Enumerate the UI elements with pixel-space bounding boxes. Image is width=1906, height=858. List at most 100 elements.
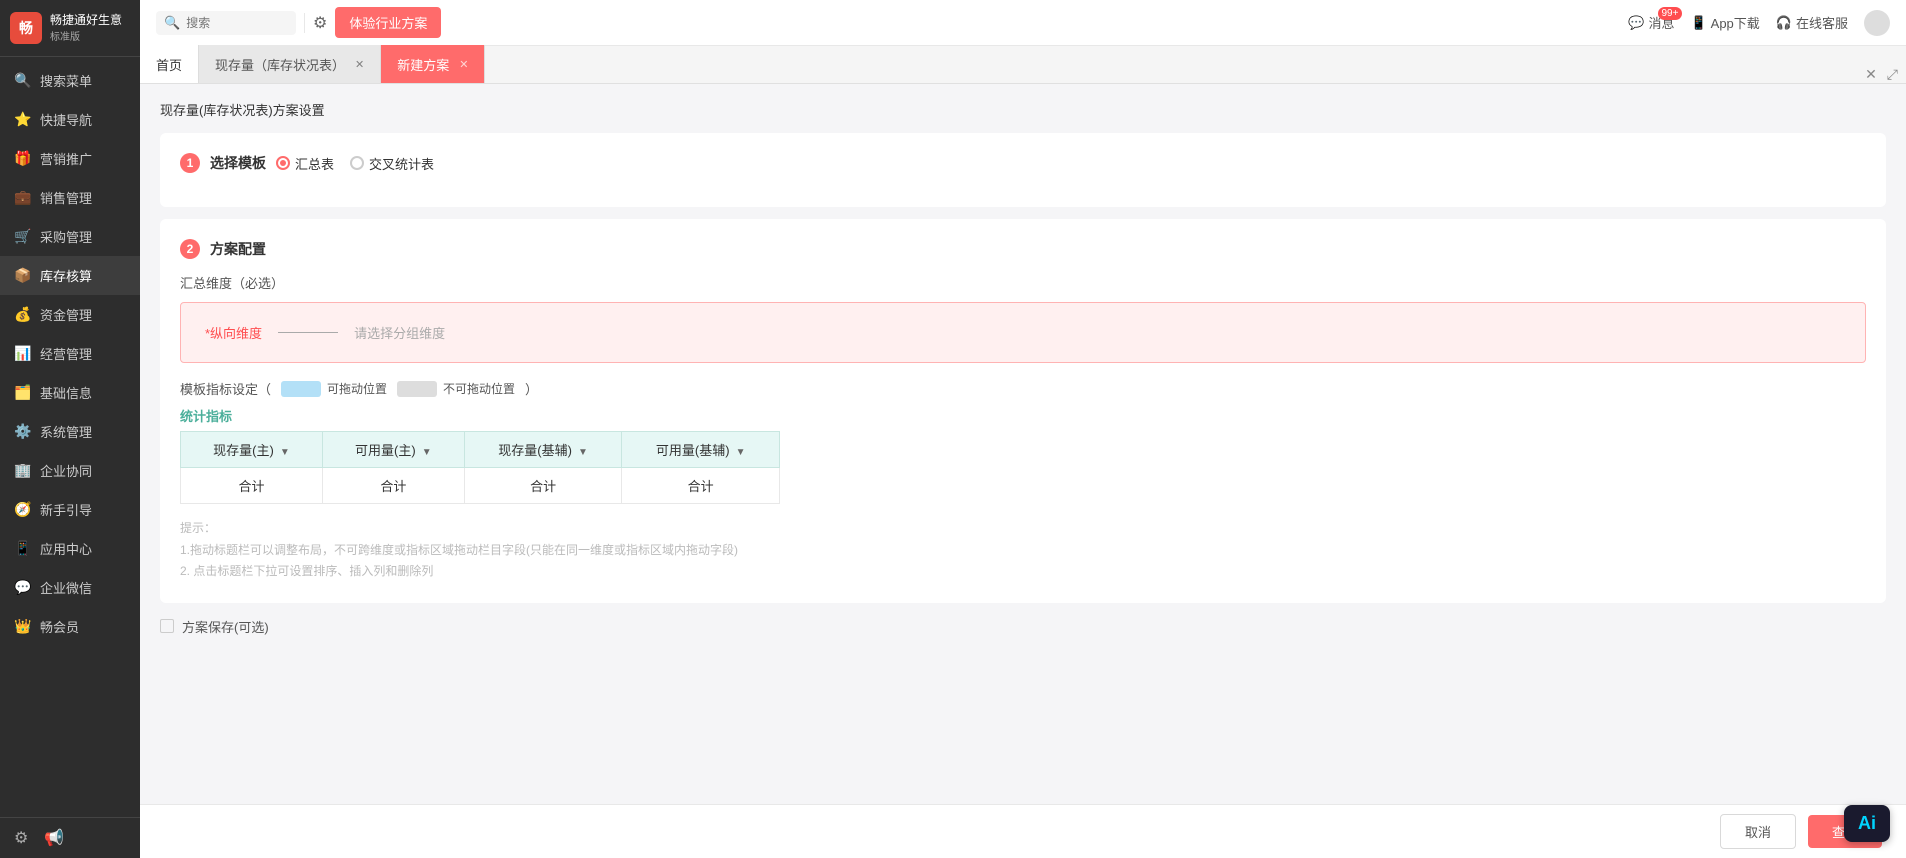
tab-inventory-status[interactable]: 现存量（库存状况表） ✕ [199,45,381,83]
stats-col-cell-2: 合计 [464,468,622,504]
tab-new-plan[interactable]: 新建方案 ✕ [381,45,485,83]
inventory-tab-close-icon[interactable]: ✕ [355,58,364,71]
radio-summary-dot [276,156,290,170]
sidebar-item-new-guide[interactable]: 🧭新手引导 [0,490,140,529]
sidebar-item-label-new-guide: 新手引导 [40,500,92,519]
service-label: 在线客服 [1796,13,1848,32]
radio-cross[interactable]: 交叉统计表 [350,154,434,173]
sidebar-item-app-center[interactable]: 📱应用中心 [0,529,140,568]
sidebar-item-icon-enterprise: 🏢 [14,462,32,480]
sidebar-item-label-sales: 销售管理 [40,188,92,207]
expand-icon[interactable]: ⤢ [1887,66,1898,83]
sidebar-item-inventory[interactable]: 📦库存核算 [0,256,140,295]
col-chevron-3[interactable]: ▼ [736,447,746,458]
sidebar-bottom: ⚙ 📢 [0,817,140,858]
new-plan-tab-close-icon[interactable]: ✕ [459,58,468,71]
col-chevron-1[interactable]: ▼ [422,447,432,458]
divider [304,13,305,33]
search-icon: 🔍 [164,15,180,31]
user-avatar-btn[interactable] [1864,10,1890,36]
message-btn[interactable]: 💬 消息 99+ [1628,13,1674,32]
sidebar-item-enterprise[interactable]: 🏢 企业协同 [0,451,140,490]
search-box[interactable]: 🔍 [156,11,296,35]
indicator-label-text: 模板指标设定（ [180,379,271,398]
content-area: 现存量(库存状况表)方案设置 1 选择模板 汇总表 交叉统计表 [140,84,1906,804]
tip-2: 2. 点击标题栏下拉可设置排序、插入列和删除列 [180,561,1866,583]
topbar: 🔍 ⚙ 体验行业方案 💬 消息 99+ 📱 App下载 🎧 在线客服 [140,0,1906,46]
radio-summary[interactable]: 汇总表 [276,154,334,173]
tab-home[interactable]: 首页 [140,45,199,83]
sidebar-item-marketing[interactable]: 🎁营销推广 [0,139,140,178]
app-download-btn[interactable]: 📱 App下载 [1690,13,1759,32]
stats-col-cell-0: 合计 [181,468,323,504]
cancel-button[interactable]: 取消 [1720,814,1796,849]
industry-btn[interactable]: 体验行业方案 [335,7,441,38]
app-logo: 畅 畅捷通好生意 标准版 [0,0,140,57]
sidebar-item-icon-wechat: 💬 [14,579,32,597]
stats-col-header-2[interactable]: 现存量(基辅)▼ [464,432,622,468]
sidebar-item-membership[interactable]: 👑 畅会员 [0,607,140,646]
step2-header: 2 方案配置 [180,239,1866,259]
sidebar-item-label-membership: 畅会员 [40,617,79,636]
sidebar-item-icon-membership: 👑 [14,618,32,636]
logo-text: 畅捷通好生意 [50,13,122,29]
tips-section: 提示： 1.拖动标题栏可以调整布局，不可跨维度或指标区域拖动栏目字段(只能在同一… [180,518,1866,583]
stats-col-header-3[interactable]: 可用量(基辅)▼ [622,432,780,468]
unmovable-label: 不可拖动位置 [443,380,515,397]
logo-icon: 畅 [10,12,42,44]
sidebar-item-label-search-menu: 搜索菜单 [40,71,92,90]
sidebar-item-purchase[interactable]: 🛒采购管理 [0,217,140,256]
sidebar-item-quick-nav[interactable]: ⭐快捷导航 [0,100,140,139]
save-checkbox[interactable] [160,619,174,633]
sidebar-item-sales[interactable]: 💼 销售管理 [0,178,140,217]
sidebar-item-label-app-center: 应用中心 [40,539,92,558]
sidebar-item-label-inventory: 库存核算 [40,266,92,285]
col-chevron-2[interactable]: ▼ [578,447,588,458]
radio-summary-label: 汇总表 [295,154,334,173]
sidebar-item-operations[interactable]: 📊经营管理 [0,334,140,373]
service-btn[interactable]: 🎧 在线客服 [1776,13,1848,32]
save-option[interactable]: 方案保存(可选) [160,617,1886,636]
sidebar-item-label-quick-nav: 快捷导航 [40,110,92,129]
dim-selector[interactable]: *纵向维度 请选择分组维度 [180,302,1866,363]
ai-badge[interactable]: Ai [1844,805,1890,842]
sidebar-item-label-enterprise: 企业协同 [40,461,92,480]
dim-divider [278,332,338,333]
message-badge: 99+ [1658,7,1683,20]
sidebar-item-system[interactable]: ⚙️系统管理 [0,412,140,451]
stats-table: 现存量(主)▼可用量(主)▼现存量(基辅)▼可用量(基辅)▼ 合计合计合计合计 [180,431,780,504]
speaker-icon[interactable]: 📢 [44,828,64,848]
sidebar-item-label-operations: 经营管理 [40,344,92,363]
sidebar-item-finance[interactable]: 💰资金管理 [0,295,140,334]
footer: 取消 查询 [140,804,1906,858]
radio-cross-dot [350,156,364,170]
settings-icon[interactable]: ⚙ [14,828,28,848]
tabbar: 首页 现存量（库存状况表） ✕ 新建方案 ✕ ✕ ⤢ [140,46,1906,84]
sidebar-item-label-basic-info: 基础信息 [40,383,92,402]
sidebar-item-label-wechat: 企业微信 [40,578,92,597]
tab-right-btns: ✕ ⤢ [1865,66,1906,83]
stats-col-cell-1: 合计 [322,468,464,504]
step1-num: 1 [180,153,200,173]
close-panel-icon[interactable]: ✕ [1865,66,1877,83]
stats-col-header-0[interactable]: 现存量(主)▼ [181,432,323,468]
sidebar-item-icon-system: ⚙️ [14,423,32,441]
movable-badge: 可拖动位置 [281,380,387,397]
sidebar-item-wechat[interactable]: 💬 企业微信 [0,568,140,607]
stats-col-header-1[interactable]: 可用量(主)▼ [322,432,464,468]
sidebar-item-icon-sales: 💼 [14,189,32,207]
sidebar-item-basic-info[interactable]: 🗂️基础信息 [0,373,140,412]
main-area: 🔍 ⚙ 体验行业方案 💬 消息 99+ 📱 App下载 🎧 在线客服 [140,0,1906,858]
sidebar-item-search-menu[interactable]: 🔍搜索菜单 [0,61,140,100]
stats-table-header-row: 现存量(主)▼可用量(主)▼现存量(基辅)▼可用量(基辅)▼ [181,432,780,468]
col-chevron-0[interactable]: ▼ [280,447,290,458]
topbar-left: 🔍 ⚙ 体验行业方案 [156,7,441,38]
dim-placeholder: 请选择分组维度 [354,323,445,342]
sidebar-nav: 🔍搜索菜单⭐快捷导航🎁营销推广 💼 销售管理 🛒采购管理📦库存核算💰资金管理📊经营管理… [0,57,140,817]
movable-label: 可拖动位置 [327,380,387,397]
step1-header: 1 选择模板 汇总表 交叉统计表 [180,153,1866,173]
gear-icon[interactable]: ⚙ [313,13,327,33]
search-input[interactable] [186,16,286,30]
sidebar-item-label-finance: 资金管理 [40,305,92,324]
step1-panel: 1 选择模板 汇总表 交叉统计表 [160,133,1886,207]
